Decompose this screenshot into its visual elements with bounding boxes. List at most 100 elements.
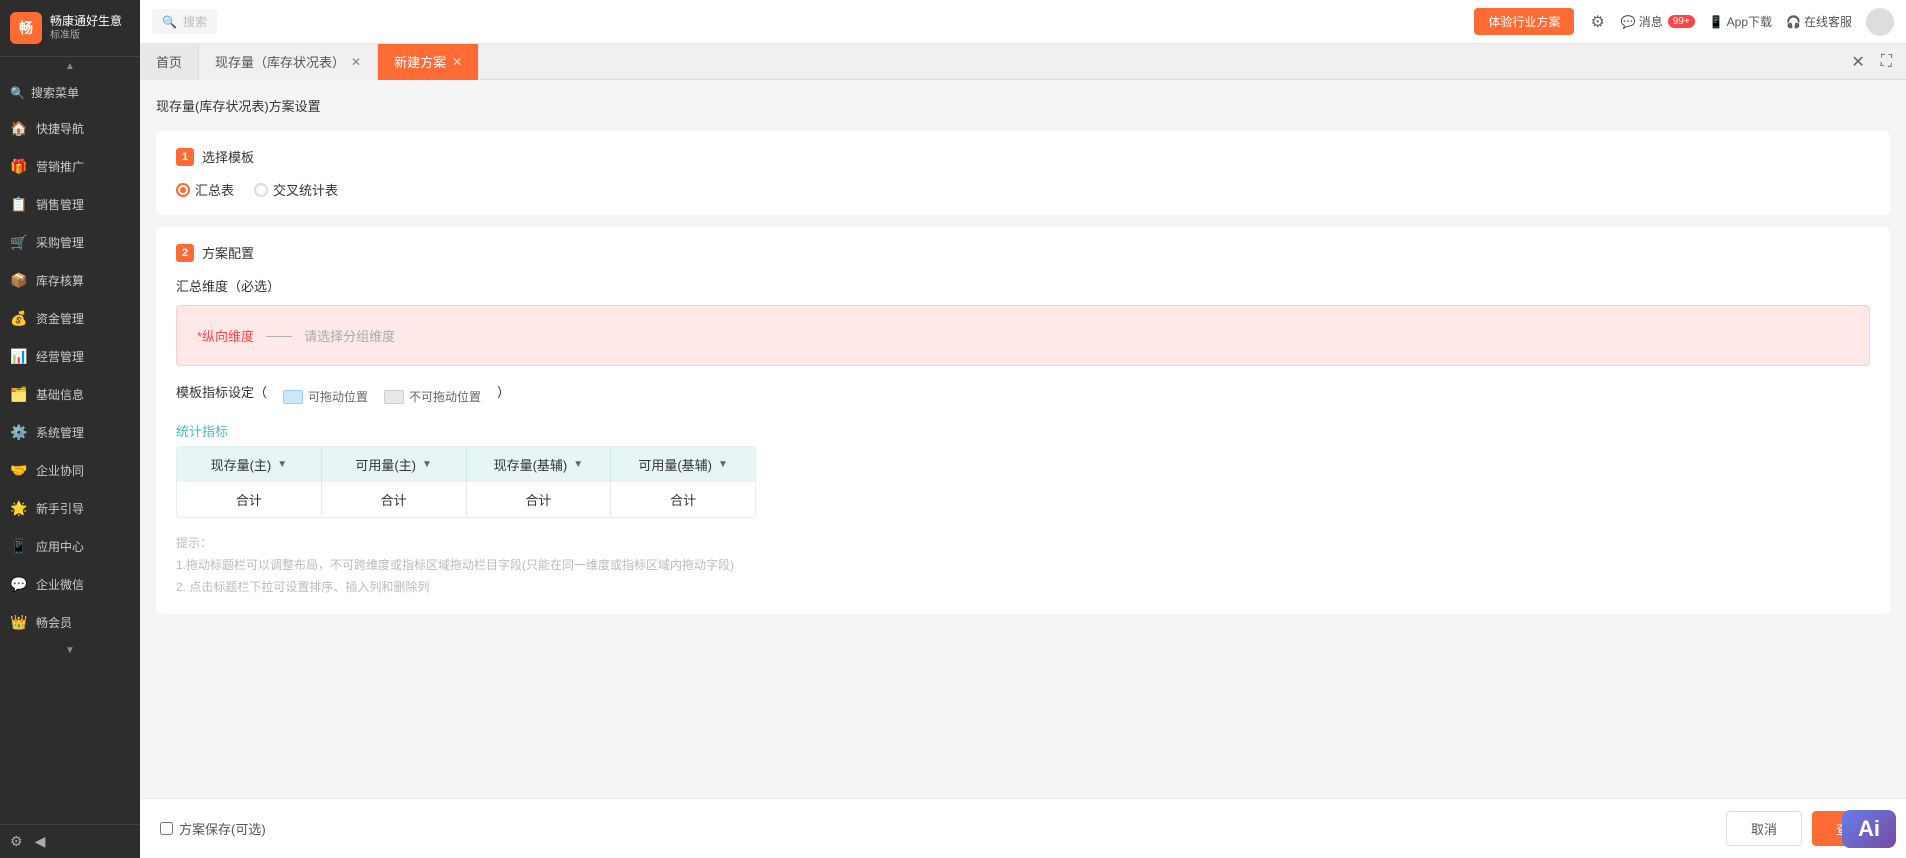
sidebar: 畅 畅康通好生意 标准版 ▲ 🔍 搜索菜单 🏠 快捷导航 🎁 营销推广 📋 销售… bbox=[0, 0, 140, 858]
experience-button[interactable]: 体验行业方案 bbox=[1474, 8, 1574, 35]
clipboard-icon: 📋 bbox=[10, 195, 28, 213]
section2-card: 2 方案配置 汇总维度（必选） *纵向维度 —— 请选择分组维度 模板指标设定（ bbox=[156, 227, 1890, 614]
header-available-main[interactable]: 可用量(主) ▼ bbox=[322, 447, 467, 482]
folder-icon: 🗂️ bbox=[10, 385, 28, 403]
legend-non-draggable: 不可拖动位置 bbox=[384, 388, 481, 405]
section2-title: 方案配置 bbox=[202, 243, 254, 262]
money-icon: 💰 bbox=[10, 309, 28, 327]
headset-icon: 🎧 bbox=[1786, 15, 1801, 29]
crown-icon: 👑 bbox=[10, 613, 28, 631]
radio-summary[interactable] bbox=[176, 183, 190, 197]
stats-table: 现存量(主) ▼ 可用量(主) ▼ 现存量(基辅) ▼ bbox=[176, 446, 756, 518]
mobile-icon: 📱 bbox=[10, 537, 28, 555]
option-cross[interactable]: 交叉统计表 bbox=[254, 180, 338, 199]
tabs-bar: 首页 现存量（库存状况表） ✕ 新建方案 ✕ ✕ ⛶ bbox=[140, 44, 1906, 80]
main-area: 🔍 搜索 体验行业方案 ⚙ 💬 消息 99+ 📱 App下载 🎧 在线客服 bbox=[140, 0, 1906, 858]
sidebar-search[interactable]: 🔍 搜索菜单 bbox=[0, 76, 140, 109]
stats-table-body: 合计 合计 合计 合计 bbox=[177, 482, 755, 517]
app-download-item[interactable]: 📱 App下载 bbox=[1709, 13, 1772, 30]
topbar-search[interactable]: 🔍 搜索 bbox=[152, 9, 217, 34]
app-name: 畅康通好生意 标准版 bbox=[50, 14, 122, 43]
tab-new-plan[interactable]: 新建方案 ✕ bbox=[378, 44, 479, 80]
sidebar-item-quick-nav[interactable]: 🏠 快捷导航 bbox=[0, 109, 140, 147]
sidebar-item-marketing[interactable]: 🎁 营销推广 bbox=[0, 147, 140, 185]
settings-bottom-icon[interactable]: ⚙ bbox=[10, 833, 23, 850]
body-existing-aux: 合计 bbox=[467, 482, 612, 517]
cart-icon: 🛒 bbox=[10, 233, 28, 251]
dimension-required-label: *纵向维度 bbox=[197, 326, 254, 345]
metrics-section: 模板指标设定（ 可拖动位置 不可拖动位置 ） 统计指标 bbox=[176, 382, 1870, 518]
sidebar-item-system[interactable]: ⚙️ 系统管理 bbox=[0, 413, 140, 451]
dimension-box: *纵向维度 —— 请选择分组维度 bbox=[176, 305, 1870, 366]
tab-home[interactable]: 首页 bbox=[140, 44, 199, 80]
tabs-actions: ✕ ⛶ bbox=[1845, 50, 1906, 74]
chevron-down-icon: ▼ bbox=[422, 459, 432, 470]
cancel-button[interactable]: 取消 bbox=[1726, 811, 1802, 846]
tab-inventory[interactable]: 现存量（库存状况表） ✕ bbox=[199, 44, 378, 80]
radio-cross[interactable] bbox=[254, 183, 268, 197]
header-existing-aux[interactable]: 现存量(基辅) ▼ bbox=[467, 447, 612, 482]
body-available-aux: 合计 bbox=[611, 482, 755, 517]
message-icon: 💬 bbox=[1621, 15, 1636, 29]
sidebar-item-member[interactable]: 👑 畅会员 bbox=[0, 603, 140, 641]
sidebar-item-finance[interactable]: 💰 资金管理 bbox=[0, 299, 140, 337]
topbar-right: 💬 消息 99+ 📱 App下载 🎧 在线客服 bbox=[1621, 8, 1894, 36]
section2-number: 2 bbox=[176, 244, 194, 262]
save-checkbox[interactable] bbox=[160, 822, 173, 835]
sidebar-item-enterprise[interactable]: 🤝 企业协同 bbox=[0, 451, 140, 489]
page-title: 现存量(库存状况表)方案设置 bbox=[156, 96, 1890, 115]
stats-table-header: 现存量(主) ▼ 可用量(主) ▼ 现存量(基辅) ▼ bbox=[177, 447, 755, 482]
sidebar-logo: 畅 畅康通好生意 标准版 bbox=[0, 0, 140, 57]
sidebar-item-apps[interactable]: 📱 应用中心 bbox=[0, 527, 140, 565]
section1-number: 1 bbox=[176, 148, 194, 166]
sidebar-item-inventory[interactable]: 📦 库存核算 bbox=[0, 261, 140, 299]
chevron-down-icon: ▼ bbox=[277, 459, 287, 470]
sidebar-item-wechat[interactable]: 💬 企业微信 bbox=[0, 565, 140, 603]
handshake-icon: 🤝 bbox=[10, 461, 28, 479]
ai-badge[interactable]: Ai bbox=[1842, 810, 1896, 848]
chat-icon: 💬 bbox=[10, 575, 28, 593]
fullscreen-action[interactable]: ⛶ bbox=[1875, 50, 1898, 74]
option-summary[interactable]: 汇总表 bbox=[176, 180, 234, 199]
box-icon: 📦 bbox=[10, 271, 28, 289]
template-options: 汇总表 交叉统计表 bbox=[176, 180, 1870, 199]
message-item[interactable]: 💬 消息 99+ bbox=[1621, 13, 1695, 30]
sidebar-scroll-down[interactable]: ▼ bbox=[0, 641, 140, 660]
phone-icon: 📱 bbox=[1709, 15, 1724, 29]
topbar: 🔍 搜索 体验行业方案 ⚙ 💬 消息 99+ 📱 App下载 🎧 在线客服 bbox=[140, 0, 1906, 44]
sidebar-item-purchase[interactable]: 🛒 采购管理 bbox=[0, 223, 140, 261]
draggable-legend: 模板指标设定（ 可拖动位置 不可拖动位置 ） bbox=[176, 382, 1870, 411]
body-existing-main: 合计 bbox=[177, 482, 322, 517]
header-existing-main[interactable]: 现存量(主) ▼ bbox=[177, 447, 322, 482]
sidebar-scroll-up[interactable]: ▲ bbox=[0, 57, 140, 76]
tab-inventory-close[interactable]: ✕ bbox=[351, 55, 361, 69]
header-available-aux[interactable]: 可用量(基辅) ▼ bbox=[611, 447, 755, 482]
user-avatar[interactable] bbox=[1866, 8, 1894, 36]
dimension-dash: —— bbox=[266, 328, 292, 343]
collapse-icon[interactable]: ◀ bbox=[35, 833, 46, 850]
chart-icon: 📊 bbox=[10, 347, 28, 365]
home-icon: 🏠 bbox=[10, 119, 28, 137]
draggable-indicator bbox=[283, 390, 303, 404]
page-footer: 方案保存(可选) 取消 查询 bbox=[140, 798, 1906, 858]
sidebar-item-operation[interactable]: 📊 经营管理 bbox=[0, 337, 140, 375]
search-icon: 🔍 bbox=[10, 86, 25, 100]
sidebar-item-basic[interactable]: 🗂️ 基础信息 bbox=[0, 375, 140, 413]
dimension-placeholder: 请选择分组维度 bbox=[304, 326, 395, 345]
tip1: 1.拖动标题栏可以调整布局，不可跨维度或指标区域拖动栏目字段(只能在同一维度或指… bbox=[176, 555, 1870, 577]
metrics-label-suffix: ） bbox=[497, 382, 510, 401]
chevron-down-icon: ▼ bbox=[718, 459, 728, 470]
star-icon: 🌟 bbox=[10, 499, 28, 517]
tips-section: 提示： 1.拖动标题栏可以调整布局，不可跨维度或指标区域拖动栏目字段(只能在同一… bbox=[176, 534, 1870, 598]
close-tab-action[interactable]: ✕ bbox=[1845, 50, 1870, 74]
non-draggable-indicator bbox=[384, 390, 404, 404]
topbar-settings-icon[interactable]: ⚙ bbox=[1584, 12, 1610, 32]
settings-icon: ⚙️ bbox=[10, 423, 28, 441]
sidebar-item-newbie[interactable]: 🌟 新手引导 bbox=[0, 489, 140, 527]
tab-new-plan-close[interactable]: ✕ bbox=[452, 55, 462, 69]
tips-header: 提示： bbox=[176, 534, 1870, 551]
app-logo-icon: 畅 bbox=[10, 12, 42, 44]
sidebar-item-sales[interactable]: 📋 销售管理 bbox=[0, 185, 140, 223]
customer-service-item[interactable]: 🎧 在线客服 bbox=[1786, 13, 1852, 30]
section2-header: 2 方案配置 bbox=[176, 243, 1870, 262]
